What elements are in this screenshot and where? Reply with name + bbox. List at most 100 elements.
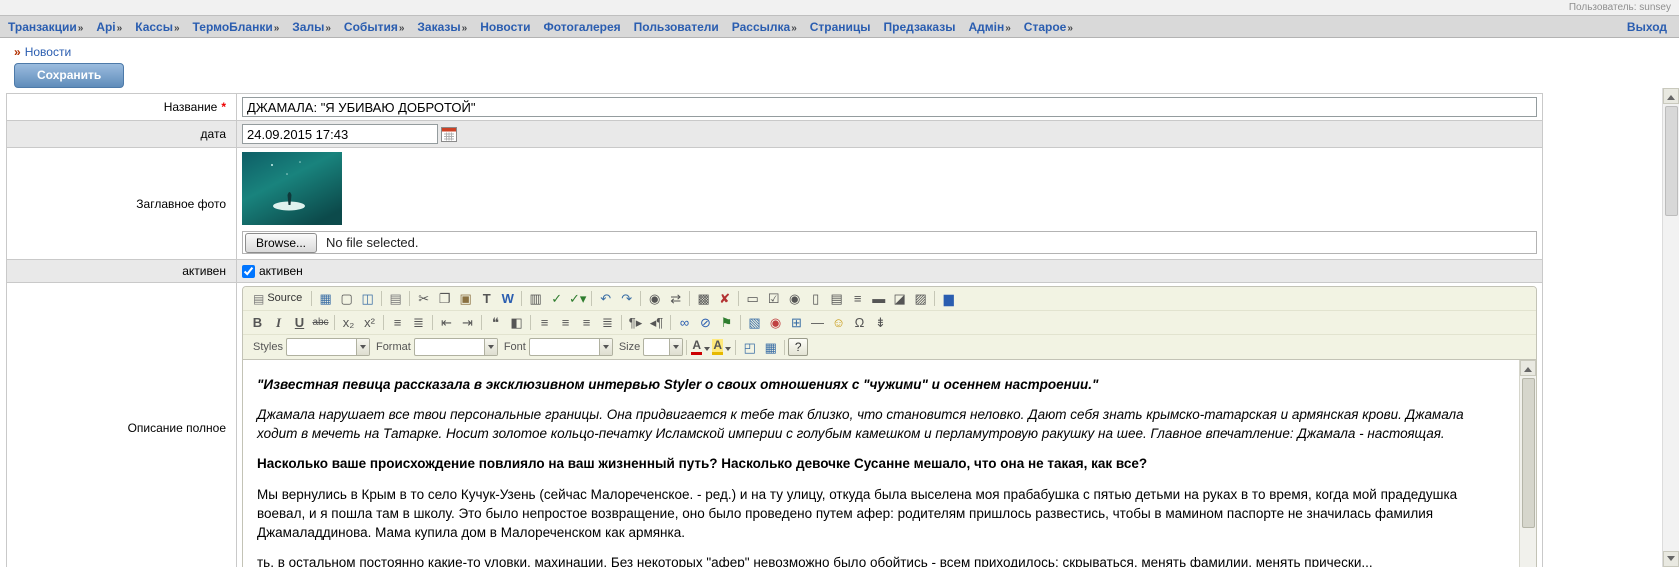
preview-icon[interactable]: ◫ bbox=[357, 289, 378, 309]
text-field-icon[interactable]: ▯ bbox=[805, 289, 826, 309]
image-button-icon[interactable]: ◪ bbox=[889, 289, 910, 309]
copy-icon[interactable]: ❐ bbox=[434, 289, 455, 309]
blockquote-icon[interactable]: ❝ bbox=[485, 313, 506, 333]
nav-item-mailing[interactable]: Рассылка» bbox=[732, 20, 797, 34]
nav-item-thermo-blanks[interactable]: ТермоБланки» bbox=[193, 20, 280, 34]
replace-icon[interactable]: ⇄ bbox=[665, 289, 686, 309]
scayt-icon[interactable]: ✓▾ bbox=[567, 289, 588, 309]
page-scroll-thumb[interactable] bbox=[1664, 106, 1678, 216]
nav-item-preorders[interactable]: Предзаказы bbox=[884, 20, 956, 34]
breadcrumb-link-news[interactable]: Новости bbox=[25, 45, 71, 59]
numbered-list-icon[interactable]: ≡ bbox=[387, 313, 408, 333]
nav-item-orders[interactable]: Заказы» bbox=[417, 20, 467, 34]
editor-content-area[interactable]: "Известная певица рассказала в эксклюзив… bbox=[243, 360, 1519, 567]
browse-button[interactable]: Browse... bbox=[245, 232, 318, 253]
image-icon[interactable]: ▧ bbox=[744, 313, 765, 333]
print-icon[interactable]: ▥ bbox=[525, 289, 546, 309]
nav-item-halls[interactable]: Залы» bbox=[292, 20, 331, 34]
page-break-icon[interactable]: ⇟ bbox=[870, 313, 891, 333]
form-button-icon[interactable]: ▬ bbox=[868, 289, 889, 309]
toolbar-separator bbox=[689, 291, 691, 306]
editor-scroll-up-icon[interactable] bbox=[1520, 360, 1536, 376]
remove-format-icon[interactable]: ✘ bbox=[714, 289, 735, 309]
textarea-icon[interactable]: ▤ bbox=[826, 289, 847, 309]
title-input[interactable] bbox=[242, 97, 1537, 117]
source-button[interactable]: ▤ Source bbox=[247, 289, 308, 309]
photo-file-input[interactable]: Browse... No file selected. bbox=[242, 231, 1537, 254]
flash-icon[interactable]: ◉ bbox=[765, 313, 786, 333]
save-button[interactable]: Сохранить bbox=[14, 63, 125, 88]
select-field-icon[interactable]: ≡ bbox=[847, 289, 868, 309]
save-icon[interactable]: ▦ bbox=[315, 289, 336, 309]
align-right-icon[interactable]: ≡ bbox=[576, 313, 597, 333]
align-center-icon[interactable]: ≡ bbox=[555, 313, 576, 333]
show-blocks-icon[interactable]: ▦ bbox=[760, 337, 781, 357]
nav-item-logout[interactable]: Выход bbox=[1627, 20, 1667, 34]
nav-item-events[interactable]: События» bbox=[344, 20, 404, 34]
maximize-icon[interactable]: ◰ bbox=[739, 337, 760, 357]
bulleted-list-icon[interactable]: ≣ bbox=[408, 313, 429, 333]
font-combo[interactable] bbox=[528, 338, 613, 356]
background-color-button[interactable]: A bbox=[711, 337, 732, 357]
format-combo[interactable] bbox=[413, 338, 498, 356]
nav-item-transactions[interactable]: Транзакции» bbox=[8, 20, 83, 34]
text-color-button[interactable]: A bbox=[690, 337, 711, 357]
create-div-icon[interactable]: ◧ bbox=[506, 313, 527, 333]
align-left-icon[interactable]: ≡ bbox=[534, 313, 555, 333]
chart-icon[interactable]: ▆ bbox=[938, 289, 959, 309]
unlink-icon[interactable]: ⊘ bbox=[695, 313, 716, 333]
find-icon[interactable]: ◉ bbox=[644, 289, 665, 309]
nav-item-pages[interactable]: Страницы bbox=[810, 20, 871, 34]
align-justify-icon[interactable]: ≣ bbox=[597, 313, 618, 333]
active-checkbox[interactable] bbox=[242, 264, 255, 278]
superscript-icon[interactable]: x² bbox=[359, 313, 380, 333]
editor-scrollbar[interactable] bbox=[1519, 360, 1536, 567]
select-all-icon[interactable]: ▩ bbox=[693, 289, 714, 309]
link-icon[interactable]: ∞ bbox=[674, 313, 695, 333]
editor-scroll-thumb[interactable] bbox=[1521, 378, 1535, 528]
text-direction-rtl-icon[interactable]: ◂¶ bbox=[646, 313, 667, 333]
text-direction-ltr-icon[interactable]: ¶▸ bbox=[625, 313, 646, 333]
radio-button-icon[interactable]: ◉ bbox=[784, 289, 805, 309]
about-button[interactable]: ? bbox=[788, 338, 809, 356]
paste-plain-text-icon[interactable]: T bbox=[476, 289, 497, 309]
page-scroll-down-icon[interactable] bbox=[1663, 551, 1679, 567]
table-icon[interactable]: ⊞ bbox=[786, 313, 807, 333]
description-label-cell: Описание полное bbox=[7, 283, 237, 567]
cut-icon[interactable]: ✂ bbox=[413, 289, 434, 309]
indent-icon[interactable]: ⇥ bbox=[457, 313, 478, 333]
date-input[interactable] bbox=[242, 124, 438, 144]
page-scroll-up-icon[interactable] bbox=[1663, 88, 1679, 104]
subscript-icon[interactable]: x₂ bbox=[338, 313, 359, 333]
spellcheck-icon[interactable]: ✓ bbox=[546, 289, 567, 309]
undo-icon[interactable]: ↶ bbox=[595, 289, 616, 309]
nav-item-news[interactable]: Новости bbox=[480, 20, 530, 34]
paste-icon[interactable]: ▣ bbox=[455, 289, 476, 309]
new-page-icon[interactable]: ▢ bbox=[336, 289, 357, 309]
hidden-field-icon[interactable]: ▨ bbox=[910, 289, 931, 309]
paste-from-word-icon[interactable]: W bbox=[497, 289, 518, 309]
strikethrough-icon[interactable]: abc bbox=[310, 313, 331, 333]
nav-item-cash-desks[interactable]: Кассы» bbox=[135, 20, 179, 34]
horizontal-rule-icon[interactable]: ― bbox=[807, 313, 828, 333]
nav-item-admin[interactable]: Адмін» bbox=[968, 20, 1010, 34]
bold-icon[interactable]: B bbox=[247, 313, 268, 333]
nav-item-users[interactable]: Пользователи bbox=[634, 20, 719, 34]
smiley-icon[interactable]: ☺ bbox=[828, 313, 849, 333]
redo-icon[interactable]: ↷ bbox=[616, 289, 637, 309]
anchor-icon[interactable]: ⚑ bbox=[716, 313, 737, 333]
form-icon[interactable]: ▭ bbox=[742, 289, 763, 309]
underline-icon[interactable]: U bbox=[289, 313, 310, 333]
nav-item-photo-gallery[interactable]: Фотогалерея bbox=[544, 20, 621, 34]
checkbox-icon[interactable]: ☑ bbox=[763, 289, 784, 309]
outdent-icon[interactable]: ⇤ bbox=[436, 313, 457, 333]
size-combo[interactable] bbox=[643, 338, 684, 356]
page-scrollbar[interactable] bbox=[1662, 88, 1679, 567]
special-char-icon[interactable]: Ω bbox=[849, 313, 870, 333]
nav-item-old[interactable]: Старое» bbox=[1024, 20, 1073, 34]
italic-icon[interactable]: I bbox=[268, 313, 289, 333]
calendar-icon[interactable] bbox=[441, 126, 457, 142]
templates-icon[interactable]: ▤ bbox=[385, 289, 406, 309]
styles-combo[interactable] bbox=[285, 338, 370, 356]
nav-item-api[interactable]: Api» bbox=[96, 20, 122, 34]
